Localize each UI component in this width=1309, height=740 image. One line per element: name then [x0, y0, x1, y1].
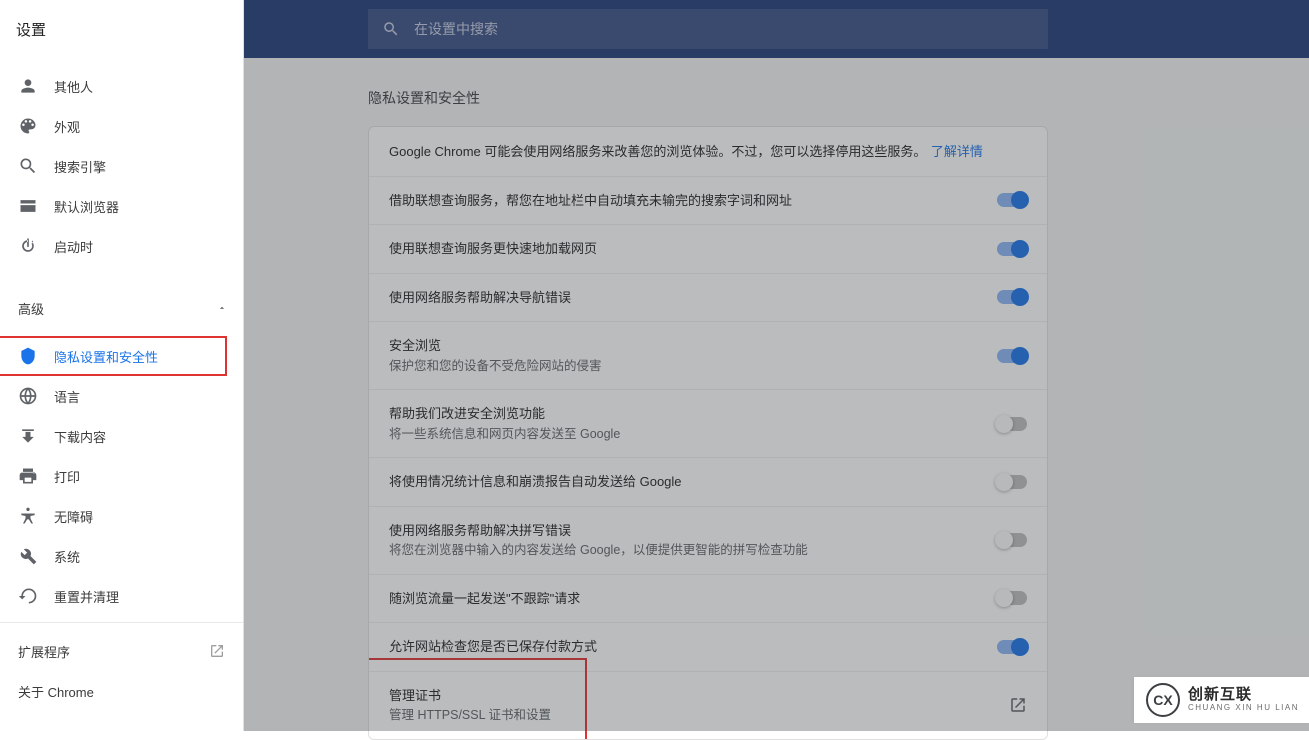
- open-external-icon: [1009, 696, 1027, 714]
- row-label: 允许网站检查您是否已保存付款方式: [389, 637, 985, 657]
- top-bar: [244, 0, 1309, 58]
- row-label: 借助联想查询服务，帮您在地址栏中自动填充未输完的搜索字词和网址: [389, 191, 985, 211]
- search-input[interactable]: [414, 21, 1034, 37]
- row-label: 使用网络服务帮助解决导航错误: [389, 288, 985, 308]
- sidebar-item-label: 关于 Chrome: [18, 682, 94, 701]
- sidebar-item-label: 启动时: [54, 237, 93, 256]
- settings-sidebar: 设置 其他人 外观 搜索引擎 默认浏览器: [0, 0, 244, 731]
- sidebar-item-label: 下载内容: [54, 427, 106, 446]
- row-preload[interactable]: 使用联想查询服务更快速地加载网页: [369, 224, 1047, 273]
- row-nav-errors[interactable]: 使用网络服务帮助解决导航错误: [369, 273, 1047, 322]
- learn-more-link[interactable]: 了解详情: [931, 144, 983, 159]
- row-autocomplete[interactable]: 借助联想查询服务，帮您在地址栏中自动填充未输完的搜索字词和网址: [369, 176, 1047, 225]
- sidebar-item-system[interactable]: 系统: [0, 536, 243, 576]
- sidebar-item-label: 扩展程序: [18, 642, 70, 661]
- sidebar-item-appearance[interactable]: 外观: [0, 106, 243, 146]
- settings-search[interactable]: [368, 9, 1048, 49]
- restore-icon: [18, 586, 54, 606]
- wrench-icon: [18, 546, 54, 566]
- row-usage-stats[interactable]: 将使用情况统计信息和崩溃报告自动发送给 Google: [369, 457, 1047, 506]
- sidebar-item-print[interactable]: 打印: [0, 456, 243, 496]
- sidebar-item-label: 打印: [54, 467, 80, 486]
- toggle-safe-browsing[interactable]: [997, 349, 1027, 363]
- toggle-improve-safe-browsing[interactable]: [997, 417, 1027, 431]
- watermark: CX 创新互联 CHUANG XIN HU LIAN: [1134, 677, 1309, 723]
- row-sublabel: 将一些系统信息和网页内容发送至 Google: [389, 426, 985, 444]
- toggle-spellcheck[interactable]: [997, 533, 1027, 547]
- download-icon: [18, 426, 54, 446]
- person-icon: [18, 76, 54, 96]
- row-label: 随浏览流量一起发送"不跟踪"请求: [389, 589, 985, 609]
- chevron-up-icon: [217, 303, 227, 313]
- row-do-not-track[interactable]: 随浏览流量一起发送"不跟踪"请求: [369, 574, 1047, 623]
- toggle-preload[interactable]: [997, 242, 1027, 256]
- content: 隐私设置和安全性 Google Chrome 可能会使用网络服务来改善您的浏览体…: [244, 58, 1048, 740]
- watermark-title: 创新互联: [1188, 687, 1299, 704]
- sidebar-item-label: 外观: [54, 117, 80, 136]
- row-sublabel: 将您在浏览器中输入的内容发送给 Google，以便提供更智能的拼写检查功能: [389, 542, 985, 560]
- sidebar-footer: 扩展程序 关于 Chrome: [0, 622, 243, 731]
- row-label: 使用网络服务帮助解决拼写错误: [389, 521, 985, 541]
- shield-icon: [18, 346, 54, 366]
- sidebar-item-language[interactable]: 语言: [0, 376, 243, 416]
- watermark-badge: CX: [1146, 683, 1180, 717]
- sidebar-title: 设置: [0, 0, 243, 58]
- row-label: 安全浏览: [389, 336, 985, 356]
- sidebar-item-downloads[interactable]: 下载内容: [0, 416, 243, 456]
- row-label: 帮助我们改进安全浏览功能: [389, 404, 985, 424]
- sidebar-advanced-list: 隐私设置和安全性 语言 下载内容 打印 无障碍: [0, 328, 243, 616]
- sidebar-item-label: 系统: [54, 547, 80, 566]
- intro-text: Google Chrome 可能会使用网络服务来改善您的浏览体验。不过，您可以选…: [389, 144, 926, 159]
- power-icon: [18, 236, 54, 256]
- sidebar-item-reset[interactable]: 重置并清理: [0, 576, 243, 616]
- row-label: 将使用情况统计信息和崩溃报告自动发送给 Google: [389, 472, 985, 492]
- row-label: 使用联想查询服务更快速地加载网页: [389, 239, 985, 259]
- accessibility-icon: [18, 506, 54, 526]
- row-sublabel: 管理 HTTPS/SSL 证书和设置: [389, 707, 997, 725]
- sidebar-item-accessibility[interactable]: 无障碍: [0, 496, 243, 536]
- sidebar-item-extensions[interactable]: 扩展程序: [0, 631, 243, 671]
- sidebar-item-startup[interactable]: 启动时: [0, 226, 243, 266]
- sidebar-item-label: 隐私设置和安全性: [54, 347, 158, 366]
- sidebar-item-people[interactable]: 其他人: [0, 66, 243, 106]
- search-icon: [18, 156, 54, 176]
- toggle-do-not-track[interactable]: [997, 591, 1027, 605]
- watermark-subtitle: CHUANG XIN HU LIAN: [1188, 704, 1299, 713]
- row-manage-certs[interactable]: 管理证书 管理 HTTPS/SSL 证书和设置: [369, 671, 1047, 739]
- advanced-label: 高级: [18, 299, 44, 318]
- row-improve-safe-browsing[interactable]: 帮助我们改进安全浏览功能 将一些系统信息和网页内容发送至 Google: [369, 389, 1047, 457]
- sidebar-item-label: 搜索引擎: [54, 157, 106, 176]
- sidebar-item-label: 默认浏览器: [54, 197, 119, 216]
- browser-icon: [18, 196, 54, 216]
- sidebar-advanced-toggle[interactable]: 高级: [0, 288, 243, 328]
- sidebar-item-label: 无障碍: [54, 507, 93, 526]
- toggle-payment-check[interactable]: [997, 640, 1027, 654]
- sidebar-item-label: 重置并清理: [54, 587, 119, 606]
- toggle-usage-stats[interactable]: [997, 475, 1027, 489]
- sidebar-item-label: 语言: [54, 387, 80, 406]
- sidebar-item-label: 其他人: [54, 77, 93, 96]
- row-spellcheck[interactable]: 使用网络服务帮助解决拼写错误 将您在浏览器中输入的内容发送给 Google，以便…: [369, 506, 1047, 574]
- main-area: 隐私设置和安全性 Google Chrome 可能会使用网络服务来改善您的浏览体…: [244, 0, 1309, 731]
- globe-icon: [18, 386, 54, 406]
- print-icon: [18, 466, 54, 486]
- search-icon: [382, 20, 400, 38]
- open-external-icon: [209, 643, 225, 659]
- privacy-panel: Google Chrome 可能会使用网络服务来改善您的浏览体验。不过，您可以选…: [368, 126, 1048, 740]
- sidebar-item-search-engine[interactable]: 搜索引擎: [0, 146, 243, 186]
- sidebar-item-privacy[interactable]: 隐私设置和安全性: [0, 336, 227, 376]
- sidebar-item-about[interactable]: 关于 Chrome: [0, 671, 243, 711]
- row-safe-browsing[interactable]: 安全浏览 保护您和您的设备不受危险网站的侵害: [369, 321, 1047, 389]
- row-payment-check[interactable]: 允许网站检查您是否已保存付款方式: [369, 622, 1047, 671]
- palette-icon: [18, 116, 54, 136]
- sidebar-main-list: 其他人 外观 搜索引擎 默认浏览器 启动时: [0, 58, 243, 266]
- toggle-autocomplete[interactable]: [997, 193, 1027, 207]
- row-sublabel: 保护您和您的设备不受危险网站的侵害: [389, 358, 985, 376]
- sidebar-item-default-browser[interactable]: 默认浏览器: [0, 186, 243, 226]
- toggle-nav-errors[interactable]: [997, 290, 1027, 304]
- row-intro: Google Chrome 可能会使用网络服务来改善您的浏览体验。不过，您可以选…: [369, 127, 1047, 176]
- row-label: 管理证书: [389, 686, 997, 706]
- section-title: 隐私设置和安全性: [368, 88, 1048, 108]
